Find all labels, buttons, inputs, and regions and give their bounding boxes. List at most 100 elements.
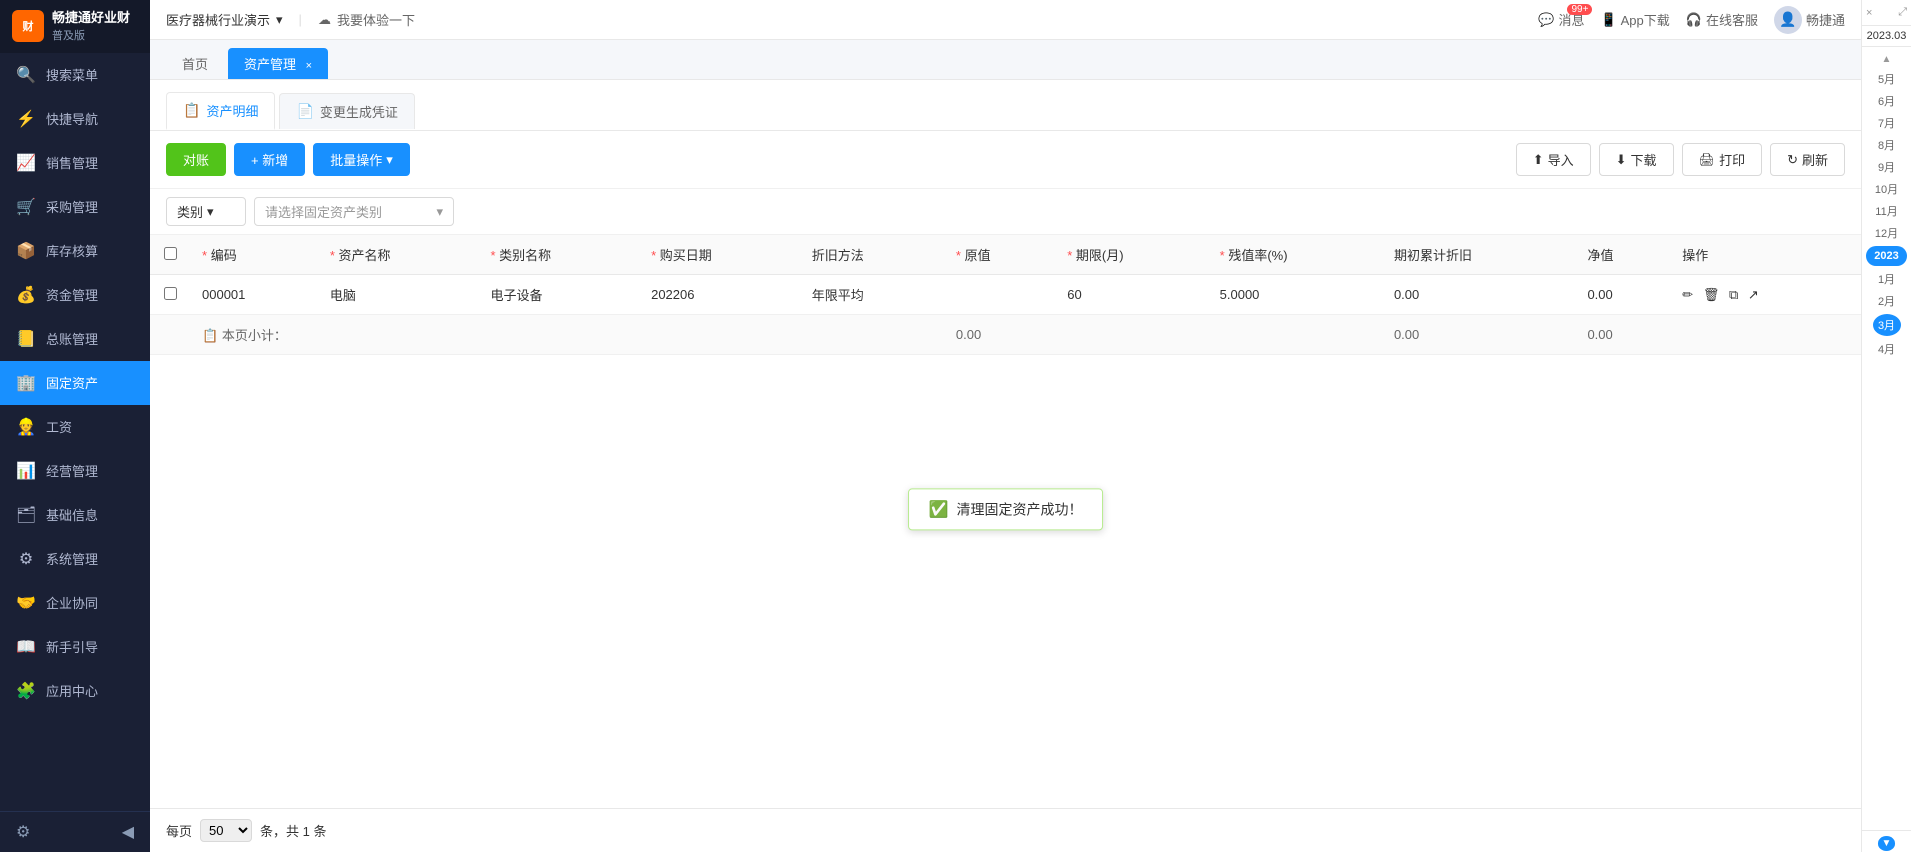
assets-table: * 编码 * 资产名称 * 类别名称 * 购买日期 折旧方法 * 原值 * 期限… bbox=[150, 235, 1861, 355]
app-download-btn[interactable]: 📱 App下载 bbox=[1600, 10, 1669, 29]
col-purchase-date: * 购买日期 bbox=[639, 235, 800, 275]
sidebar-item-operations[interactable]: 📊 经营管理 bbox=[0, 449, 150, 493]
import-icon: ⬆ bbox=[1533, 152, 1544, 168]
month-1[interactable]: 1月 bbox=[1862, 268, 1911, 290]
month-6[interactable]: 6月 bbox=[1862, 90, 1911, 112]
guide-icon: 📖 bbox=[16, 637, 36, 657]
tab-assets[interactable]: 资产管理 × bbox=[228, 48, 328, 79]
sidebar-item-system[interactable]: ⚙ 系统管理 bbox=[0, 537, 150, 581]
dl-icon: ⬇ bbox=[1616, 152, 1627, 168]
messages-btn[interactable]: 💬 消息 99+ bbox=[1538, 10, 1584, 29]
cell-depreciation: 年限平均 bbox=[800, 275, 944, 315]
sub-tab-voucher[interactable]: 📄 变更生成凭证 bbox=[279, 93, 414, 129]
headset-icon: 🎧 bbox=[1686, 12, 1702, 28]
close-panel-icon[interactable]: × bbox=[1866, 7, 1872, 19]
sub-tab-asset-detail[interactable]: 📋 资产明细 bbox=[166, 92, 275, 130]
main-area: 医疗器械行业演示 ▾ | ☁ 我要体验一下 💬 消息 99+ 📱 App下载 🎧… bbox=[150, 0, 1861, 852]
apps-icon: 🧩 bbox=[16, 681, 36, 701]
copy-icon[interactable]: ⧉ bbox=[1729, 287, 1738, 302]
category-type-select[interactable]: 类别 ▾ bbox=[166, 197, 246, 226]
topbar-right: 💬 消息 99+ 📱 App下载 🎧 在线客服 👤 畅捷通 bbox=[1538, 6, 1845, 34]
topbar: 医疗器械行业演示 ▾ | ☁ 我要体验一下 💬 消息 99+ 📱 App下载 🎧… bbox=[150, 0, 1861, 40]
sidebar-item-sales[interactable]: 📈 销售管理 bbox=[0, 141, 150, 185]
delete-icon[interactable]: 🗑 bbox=[1703, 287, 1720, 302]
avatar: 👤 bbox=[1774, 6, 1802, 34]
inventory-icon: 📦 bbox=[16, 241, 36, 261]
row-checkbox[interactable] bbox=[164, 287, 177, 300]
expand-panel-icon[interactable]: ⤢ bbox=[1898, 6, 1907, 19]
sidebar-bottom: ⚙ ◀ bbox=[0, 811, 150, 852]
month-4[interactable]: 4月 bbox=[1862, 338, 1911, 360]
scroll-down-btn[interactable]: ▼ bbox=[1862, 830, 1911, 852]
sidebar-item-apps[interactable]: 🧩 应用中心 bbox=[0, 669, 150, 713]
company-dropdown-icon: ▾ bbox=[276, 12, 283, 28]
filter-input-dropdown-icon: ▾ bbox=[436, 204, 443, 220]
filter-row: 类别 ▾ 请选择固定资产类别 ▾ bbox=[150, 189, 1861, 235]
sidebar-item-payroll[interactable]: 👷 工资 bbox=[0, 405, 150, 449]
new-btn[interactable]: + 新增 bbox=[234, 143, 305, 176]
month-11[interactable]: 11月 bbox=[1862, 200, 1911, 222]
refresh-icon: ↻ bbox=[1787, 152, 1798, 168]
month-2[interactable]: 2月 bbox=[1862, 290, 1911, 312]
cell-name: 电脑 bbox=[318, 275, 479, 315]
month-9[interactable]: 9月 bbox=[1862, 156, 1911, 178]
month-5[interactable]: 5月 bbox=[1862, 68, 1911, 90]
message-icon: 💬 bbox=[1538, 12, 1554, 28]
cell-net-value: 0.00 bbox=[1575, 275, 1670, 315]
scroll-up-btn[interactable]: ▲ bbox=[1862, 47, 1911, 68]
sidebar-item-quicknav[interactable]: ⚡ 快捷导航 bbox=[0, 97, 150, 141]
settings-icon[interactable]: ⚙ bbox=[16, 822, 30, 842]
payroll-icon: 👷 bbox=[16, 417, 36, 437]
more-icon[interactable]: ↗ bbox=[1748, 287, 1759, 302]
account-btn[interactable]: 对账 bbox=[166, 143, 226, 176]
company-selector[interactable]: 医疗器械行业演示 ▾ bbox=[166, 10, 283, 29]
year-2023-label: 2023 bbox=[1866, 246, 1907, 266]
col-net-value: 净值 bbox=[1575, 235, 1670, 275]
subtotal-initial: 0.00 bbox=[1382, 315, 1575, 355]
cell-code: 000001 bbox=[190, 275, 318, 315]
col-original-value: * 原值 bbox=[944, 235, 1055, 275]
month-7[interactable]: 7月 bbox=[1862, 112, 1911, 134]
print-icon: 🖨 bbox=[1699, 152, 1716, 168]
month-12[interactable]: 12月 bbox=[1862, 222, 1911, 244]
sidebar-item-guide[interactable]: 📖 新手引导 bbox=[0, 625, 150, 669]
month-3-active[interactable]: 3月 bbox=[1873, 314, 1901, 336]
sidebar-item-collab[interactable]: 🤝 企业协同 bbox=[0, 581, 150, 625]
sidebar-item-search[interactable]: 🔍 搜索菜单 bbox=[0, 53, 150, 97]
import-btn[interactable]: ⬆ 导入 bbox=[1516, 143, 1591, 176]
month-10[interactable]: 10月 bbox=[1862, 178, 1911, 200]
select-all-checkbox[interactable] bbox=[164, 247, 177, 260]
sidebar-item-purchase[interactable]: 🛒 采购管理 bbox=[0, 185, 150, 229]
purchase-icon: 🛒 bbox=[16, 197, 36, 217]
system-icon: ⚙ bbox=[16, 549, 36, 569]
online-service-btn[interactable]: 🎧 在线客服 bbox=[1686, 10, 1758, 29]
print-btn[interactable]: 🖨 打印 bbox=[1682, 143, 1763, 176]
collapse-icon[interactable]: ◀ bbox=[122, 822, 134, 842]
category-filter-input[interactable]: 请选择固定资产类别 ▾ bbox=[254, 197, 454, 226]
sidebar-item-assets[interactable]: 🏢 固定资产 bbox=[0, 361, 150, 405]
sidebar-item-basic[interactable]: 🗂 基础信息 bbox=[0, 493, 150, 537]
row-checkbox-cell[interactable] bbox=[150, 275, 190, 315]
cell-action: ✏ 🗑 ⧉ ↗ bbox=[1670, 275, 1861, 315]
batch-btn[interactable]: 批量操作 ▾ bbox=[313, 143, 410, 176]
pagination-bar: 每页 50 100 条，共 1 条 bbox=[150, 808, 1861, 852]
tab-close-btn[interactable]: × bbox=[306, 60, 312, 72]
refresh-btn[interactable]: ↻ 刷新 bbox=[1770, 143, 1845, 176]
sidebar-item-funds[interactable]: 💰 资金管理 bbox=[0, 273, 150, 317]
select-all-header[interactable] bbox=[150, 235, 190, 275]
edit-icon[interactable]: ✏ bbox=[1682, 287, 1693, 302]
experience-btn[interactable]: ☁ 我要体验一下 bbox=[318, 10, 415, 29]
page-size-select[interactable]: 50 100 bbox=[200, 819, 252, 842]
sidebar-nav: 🔍 搜索菜单 ⚡ 快捷导航 📈 销售管理 🛒 采购管理 📦 库存核算 💰 资金管… bbox=[0, 53, 150, 811]
tab-home[interactable]: 首页 bbox=[166, 48, 224, 79]
month-8[interactable]: 8月 bbox=[1862, 134, 1911, 156]
toolbar: 对账 + 新增 批量操作 ▾ ⬆ 导入 ⬇ 下载 🖨 打印 bbox=[150, 131, 1861, 189]
page-content: 📋 资产明细 📄 变更生成凭证 对账 + 新增 批量操作 ▾ ⬆ 导入 bbox=[150, 80, 1861, 852]
user-info[interactable]: 👤 畅捷通 bbox=[1774, 6, 1845, 34]
download-btn[interactable]: ⬇ 下载 bbox=[1599, 143, 1674, 176]
success-toast: ✅ 清理固定资产成功！ bbox=[908, 488, 1104, 530]
search-icon: 🔍 bbox=[16, 65, 36, 85]
col-initial-accum: 期初累计折旧 bbox=[1382, 235, 1575, 275]
sidebar-item-ledger[interactable]: 📒 总账管理 bbox=[0, 317, 150, 361]
sidebar-item-inventory[interactable]: 📦 库存核算 bbox=[0, 229, 150, 273]
